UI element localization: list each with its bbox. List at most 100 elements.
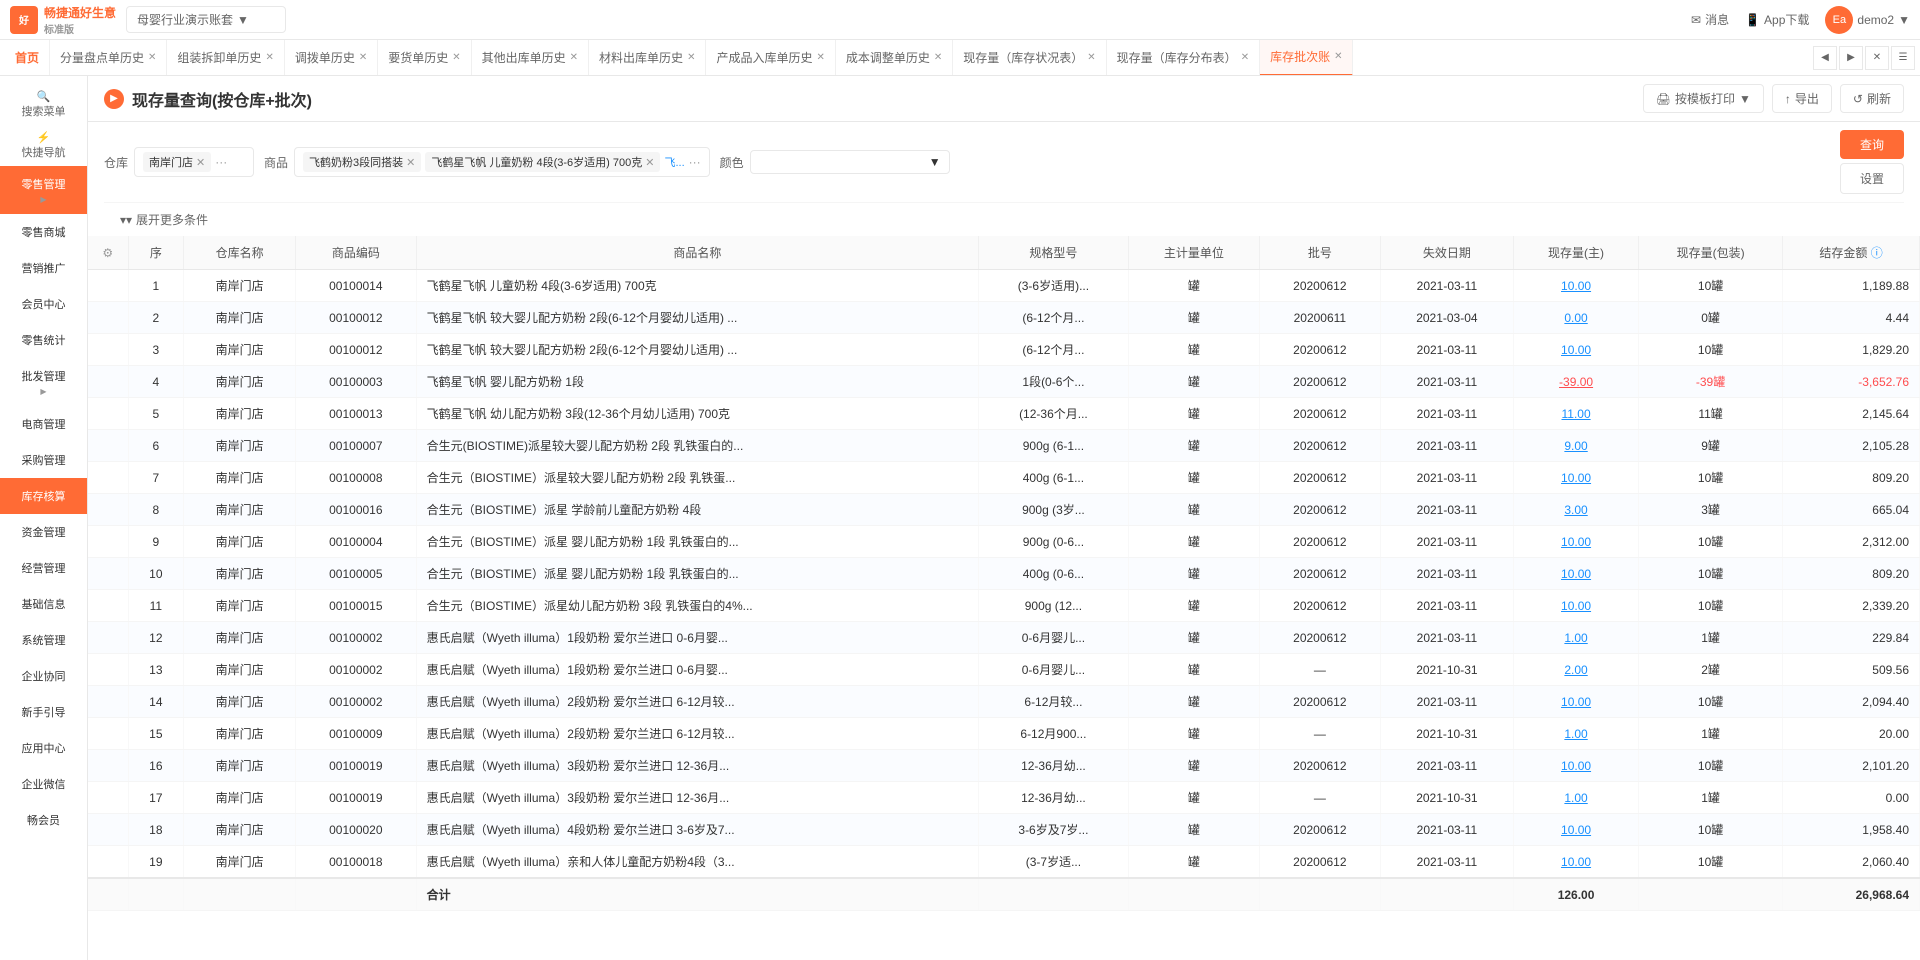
tab-menu-btn[interactable]: ☰	[1891, 46, 1915, 70]
sidebar-item-system[interactable]: 系统管理	[0, 622, 87, 658]
sidebar-item-wechat[interactable]: 企业微信	[0, 766, 87, 802]
row-qty-main[interactable]: 0.00	[1514, 302, 1639, 334]
tab-next-btn[interactable]: ▶	[1839, 46, 1863, 70]
warehouse-remove-icon[interactable]: ✕	[196, 156, 205, 169]
expand-filter-btn[interactable]: ▶	[104, 89, 124, 109]
close-tab-batch-account[interactable]: ✕	[1334, 51, 1342, 62]
tab-inventory-status[interactable]: 现存量（库存状况表） ✕	[953, 40, 1106, 76]
row-check[interactable]	[88, 814, 128, 846]
close-tab-other-out[interactable]: ✕	[570, 52, 578, 63]
row-check[interactable]	[88, 494, 128, 526]
row-qty-main[interactable]: -39.00	[1514, 366, 1639, 398]
print-btn[interactable]: 🖨 按模板打印 ▼	[1643, 84, 1764, 113]
sidebar-item-retail[interactable]: 零售管理 ▶	[0, 166, 87, 214]
sidebar-item-retail-shop[interactable]: 零售商城	[0, 214, 87, 250]
close-tab-cost-adjust[interactable]: ✕	[934, 52, 942, 63]
row-qty-main[interactable]: 1.00	[1514, 622, 1639, 654]
row-check[interactable]	[88, 622, 128, 654]
row-check[interactable]	[88, 302, 128, 334]
row-qty-main[interactable]: 1.00	[1514, 782, 1639, 814]
close-tab-material-out[interactable]: ✕	[687, 52, 695, 63]
close-tab-require[interactable]: ✕	[452, 52, 460, 63]
col-header-gear[interactable]: ⚙	[88, 236, 128, 270]
row-qty-main[interactable]: 9.00	[1514, 430, 1639, 462]
sidebar-item-enterprise[interactable]: 企业协同	[0, 658, 87, 694]
org-selector[interactable]: 母婴行业演示账套 ▼	[126, 6, 286, 33]
export-btn[interactable]: ↑ 导出	[1772, 84, 1832, 113]
sidebar-item-marketing[interactable]: 营销推广	[0, 250, 87, 286]
sidebar-quick-nav[interactable]: ⚡ 快捷导航	[0, 125, 87, 166]
row-check[interactable]	[88, 782, 128, 814]
close-tab-split[interactable]: ✕	[148, 52, 156, 63]
sidebar-item-wholesale[interactable]: 批发管理 ▶	[0, 358, 87, 406]
expand-more-btn[interactable]: ▾▾ 展开更多条件	[108, 207, 1900, 232]
sidebar-item-operation[interactable]: 经营管理	[0, 550, 87, 586]
sidebar-item-member[interactable]: 会员中心	[0, 286, 87, 322]
row-qty-main[interactable]: 10.00	[1514, 814, 1639, 846]
close-tab-product-in[interactable]: ✕	[816, 52, 824, 63]
row-check[interactable]	[88, 334, 128, 366]
sidebar-search[interactable]: 🔍 搜索菜单	[0, 84, 87, 125]
row-check[interactable]	[88, 558, 128, 590]
tab-product-in[interactable]: 产成品入库单历史 ✕	[706, 40, 835, 76]
row-check[interactable]	[88, 590, 128, 622]
sidebar-item-purchase[interactable]: 采购管理	[0, 442, 87, 478]
row-qty-main[interactable]: 10.00	[1514, 750, 1639, 782]
tab-split[interactable]: 分量盘点单历史 ✕	[50, 40, 167, 76]
warehouse-input[interactable]: 南岸门店 ✕ ···	[134, 147, 254, 177]
row-qty-main[interactable]: 10.00	[1514, 462, 1639, 494]
sidebar-item-member2[interactable]: 畅会员	[0, 802, 87, 838]
row-check[interactable]	[88, 270, 128, 302]
row-qty-main[interactable]: 10.00	[1514, 686, 1639, 718]
settings-btn[interactable]: 设置	[1840, 163, 1904, 194]
sidebar-item-finance[interactable]: 资金管理	[0, 514, 87, 550]
close-tab-transfer[interactable]: ✕	[359, 52, 367, 63]
row-qty-main[interactable]: 10.00	[1514, 334, 1639, 366]
row-qty-main[interactable]: 10.00	[1514, 846, 1639, 879]
sidebar-item-guide[interactable]: 新手引导	[0, 694, 87, 730]
tab-prev-btn[interactable]: ◀	[1813, 46, 1837, 70]
tab-other-out[interactable]: 其他出库单历史 ✕	[472, 40, 589, 76]
row-check[interactable]	[88, 750, 128, 782]
row-check[interactable]	[88, 718, 128, 750]
tab-transfer[interactable]: 调拨单历史 ✕	[285, 40, 378, 76]
color-input[interactable]: ▼	[750, 150, 950, 174]
tab-batch-account[interactable]: 库存批次账 ✕	[1260, 40, 1353, 76]
refresh-btn[interactable]: ↺ 刷新	[1840, 84, 1904, 113]
balance-info-icon[interactable]: ⓘ	[1871, 246, 1883, 260]
row-qty-main[interactable]: 2.00	[1514, 654, 1639, 686]
product-1-remove-icon[interactable]: ✕	[406, 156, 415, 169]
tab-disassemble[interactable]: 组装拆卸单历史 ✕	[167, 40, 284, 76]
row-qty-main[interactable]: 10.00	[1514, 270, 1639, 302]
row-check[interactable]	[88, 398, 128, 430]
close-tab-inventory-dist[interactable]: ✕	[1241, 52, 1249, 63]
product-input[interactable]: 飞鹤奶粉3段同搭装 ✕ 飞鹤星飞帆 儿童奶粉 4段(3-6岁适用) 700克 ✕…	[294, 147, 710, 177]
sidebar-item-basic[interactable]: 基础信息	[0, 586, 87, 622]
row-check[interactable]	[88, 686, 128, 718]
close-tab-disassemble[interactable]: ✕	[265, 52, 273, 63]
warehouse-more-icon[interactable]: ···	[215, 155, 227, 169]
message-btn[interactable]: ✉ 消息	[1691, 11, 1729, 28]
tab-material-out[interactable]: 材料出库单历史 ✕	[589, 40, 706, 76]
row-check[interactable]	[88, 462, 128, 494]
row-check[interactable]	[88, 846, 128, 879]
row-check[interactable]	[88, 654, 128, 686]
product-2-remove-icon[interactable]: ✕	[645, 156, 654, 169]
row-check[interactable]	[88, 430, 128, 462]
sidebar-item-retail-stat[interactable]: 零售统计	[0, 322, 87, 358]
tab-cost-adjust[interactable]: 成本调整单历史 ✕	[836, 40, 953, 76]
row-check[interactable]	[88, 366, 128, 398]
tab-require[interactable]: 要货单历史 ✕	[378, 40, 471, 76]
row-qty-main[interactable]: 10.00	[1514, 558, 1639, 590]
tab-inventory-dist[interactable]: 现存量（库存分布表） ✕	[1107, 40, 1260, 76]
product-more-icon[interactable]: ···	[689, 155, 701, 169]
row-qty-main[interactable]: 10.00	[1514, 526, 1639, 558]
user-info[interactable]: Ea demo2 ▼	[1825, 6, 1910, 34]
query-btn[interactable]: 查询	[1840, 130, 1904, 159]
row-qty-main[interactable]: 10.00	[1514, 590, 1639, 622]
app-download-btn[interactable]: 📱 App下载	[1745, 11, 1809, 28]
sidebar-item-ecommerce[interactable]: 电商管理	[0, 406, 87, 442]
tab-close-btn[interactable]: ✕	[1865, 46, 1889, 70]
row-qty-main[interactable]: 11.00	[1514, 398, 1639, 430]
sidebar-item-app-center[interactable]: 应用中心	[0, 730, 87, 766]
